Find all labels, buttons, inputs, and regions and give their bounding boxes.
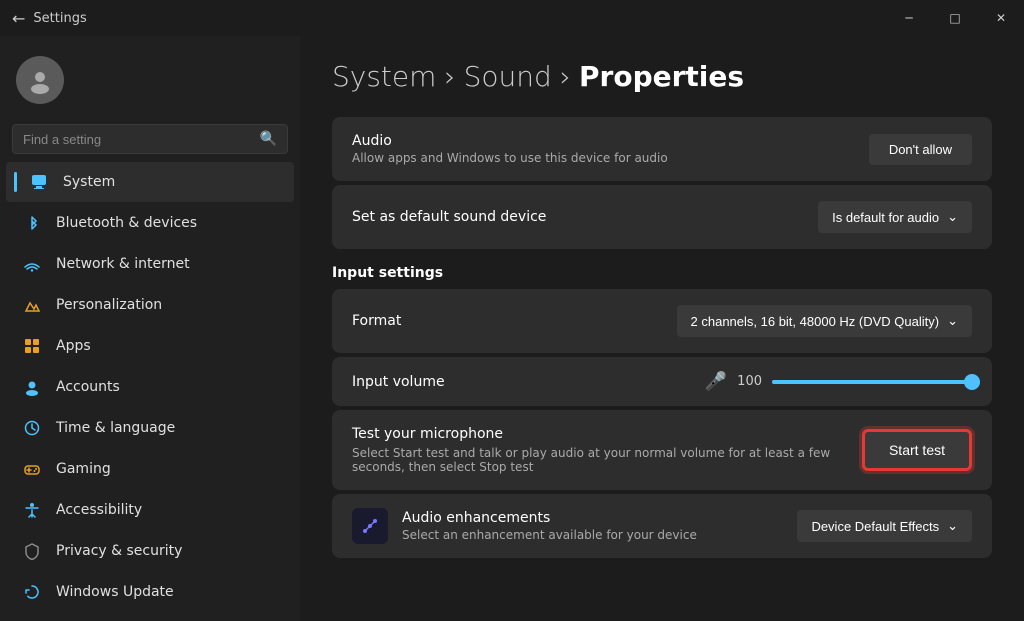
slider-fill [772, 380, 972, 384]
minimize-button[interactable]: ─ [886, 0, 932, 36]
sidebar-item-label-accessibility: Accessibility [56, 502, 142, 518]
sidebar-item-accessibility[interactable]: Accessibility [6, 490, 294, 530]
test-sub: Select Start test and talk or play audio… [352, 446, 852, 474]
personalization-icon [22, 295, 42, 315]
dont-allow-button[interactable]: Don't allow [869, 134, 972, 165]
volume-label: Input volume [352, 374, 445, 390]
sidebar-item-label-windows: Windows Update [56, 584, 174, 600]
sidebar-item-label-personalization: Personalization [56, 297, 162, 313]
enhancement-dropdown[interactable]: Device Default Effects ⌄ [797, 510, 972, 542]
sidebar-item-windows[interactable]: Windows Update [6, 572, 294, 612]
sidebar-item-label-privacy: Privacy & security [56, 543, 182, 559]
default-device-dropdown[interactable]: Is default for audio ⌄ [818, 201, 972, 233]
sidebar-item-label-accounts: Accounts [56, 379, 120, 395]
start-test-button[interactable]: Start test [862, 429, 972, 471]
breadcrumb-system: System [332, 60, 436, 93]
sidebar-item-label-network: Network & internet [56, 256, 190, 272]
sidebar-item-accounts[interactable]: Accounts [6, 367, 294, 407]
sidebar-item-bluetooth[interactable]: Bluetooth & devices [6, 203, 294, 243]
windows-update-icon [22, 582, 42, 602]
sidebar-item-network[interactable]: Network & internet [6, 244, 294, 284]
back-button[interactable]: ← [12, 9, 25, 28]
search-box[interactable]: 🔍 [12, 124, 288, 154]
sidebar-item-label-gaming: Gaming [56, 461, 111, 477]
sidebar-item-label-system: System [63, 174, 115, 190]
close-button[interactable]: ✕ [978, 0, 1024, 36]
accessibility-icon [22, 500, 42, 520]
enhancement-text: Audio enhancements Select an enhancement… [402, 510, 697, 542]
privacy-icon [22, 541, 42, 561]
titlebar: ← Settings ─ □ ✕ [0, 0, 1024, 36]
audio-enhancements-row: Audio enhancements Select an enhancement… [332, 494, 992, 558]
default-device-dropdown-label: Is default for audio [832, 210, 939, 225]
default-device-label: Set as default sound device [352, 209, 546, 225]
volume-control: 🎤 100 [705, 371, 972, 392]
format-row: Format 2 channels, 16 bit, 48000 Hz (DVD… [332, 289, 992, 353]
search-icon: 🔍 [260, 131, 277, 147]
format-dropdown[interactable]: 2 channels, 16 bit, 48000 Hz (DVD Qualit… [677, 305, 972, 337]
page-header: System › Sound › Properties [332, 60, 992, 93]
volume-number: 100 [737, 374, 762, 389]
sidebar-item-label-bluetooth: Bluetooth & devices [56, 215, 197, 231]
chevron-down-icon: ⌄ [947, 209, 958, 225]
accounts-icon [22, 377, 42, 397]
main-layout: 🔍 System Bluetooth & devices [0, 36, 1024, 621]
bluetooth-icon [22, 213, 42, 233]
audio-card: Audio Allow apps and Windows to use this… [332, 117, 992, 181]
enhancement-icon [352, 508, 388, 544]
apps-icon [22, 336, 42, 356]
sidebar-item-label-time: Time & language [56, 420, 175, 436]
sidebar-item-time[interactable]: Time & language [6, 408, 294, 448]
search-input[interactable] [23, 132, 252, 147]
audio-sub: Allow apps and Windows to use this devic… [352, 151, 668, 165]
enhancement-chevron-icon: ⌄ [947, 518, 958, 534]
enhancement-label: Audio enhancements [402, 510, 697, 526]
breadcrumb-sound: Sound [464, 60, 552, 93]
sidebar-item-label-apps: Apps [56, 338, 91, 354]
network-icon [22, 254, 42, 274]
content-area: System › Sound › Properties Audio Allow … [300, 36, 1024, 621]
format-label: Format [352, 313, 401, 329]
enhancement-sub: Select an enhancement available for your… [402, 528, 697, 542]
breadcrumb-sep-2: › [560, 60, 571, 93]
default-device-card: Set as default sound device Is default f… [332, 185, 992, 249]
sidebar-item-system[interactable]: System [6, 162, 294, 202]
sidebar-item-personalization[interactable]: Personalization [6, 285, 294, 325]
volume-row: Input volume 🎤 100 [332, 357, 992, 406]
avatar [16, 56, 64, 104]
sidebar-item-gaming[interactable]: Gaming [6, 449, 294, 489]
system-icon [29, 172, 49, 192]
volume-slider[interactable] [772, 380, 972, 384]
sidebar-item-privacy[interactable]: Privacy & security [6, 531, 294, 571]
breadcrumb-sep-1: › [444, 60, 455, 93]
sidebar-avatar-area [0, 44, 300, 120]
breadcrumb-properties: Properties [579, 60, 744, 93]
audio-text: Audio Allow apps and Windows to use this… [352, 133, 668, 165]
input-settings-header: Input settings [332, 265, 992, 281]
format-dropdown-label: 2 channels, 16 bit, 48000 Hz (DVD Qualit… [691, 314, 940, 329]
enhancement-left: Audio enhancements Select an enhancement… [352, 508, 697, 544]
test-label: Test your microphone [352, 426, 852, 442]
sidebar: 🔍 System Bluetooth & devices [0, 36, 300, 621]
maximize-button[interactable]: □ [932, 0, 978, 36]
active-indicator [14, 172, 17, 192]
window-controls: ─ □ ✕ [886, 0, 1024, 36]
slider-thumb [964, 374, 980, 390]
format-chevron-icon: ⌄ [947, 313, 958, 329]
time-icon [22, 418, 42, 438]
test-microphone-row: Test your microphone Select Start test a… [332, 410, 992, 490]
test-text-block: Test your microphone Select Start test a… [352, 426, 852, 474]
sidebar-item-apps[interactable]: Apps [6, 326, 294, 366]
gaming-icon [22, 459, 42, 479]
audio-label: Audio [352, 133, 668, 149]
mic-icon: 🎤 [705, 371, 727, 392]
enhancement-dropdown-label: Device Default Effects [811, 519, 939, 534]
app-title: Settings [33, 11, 86, 26]
